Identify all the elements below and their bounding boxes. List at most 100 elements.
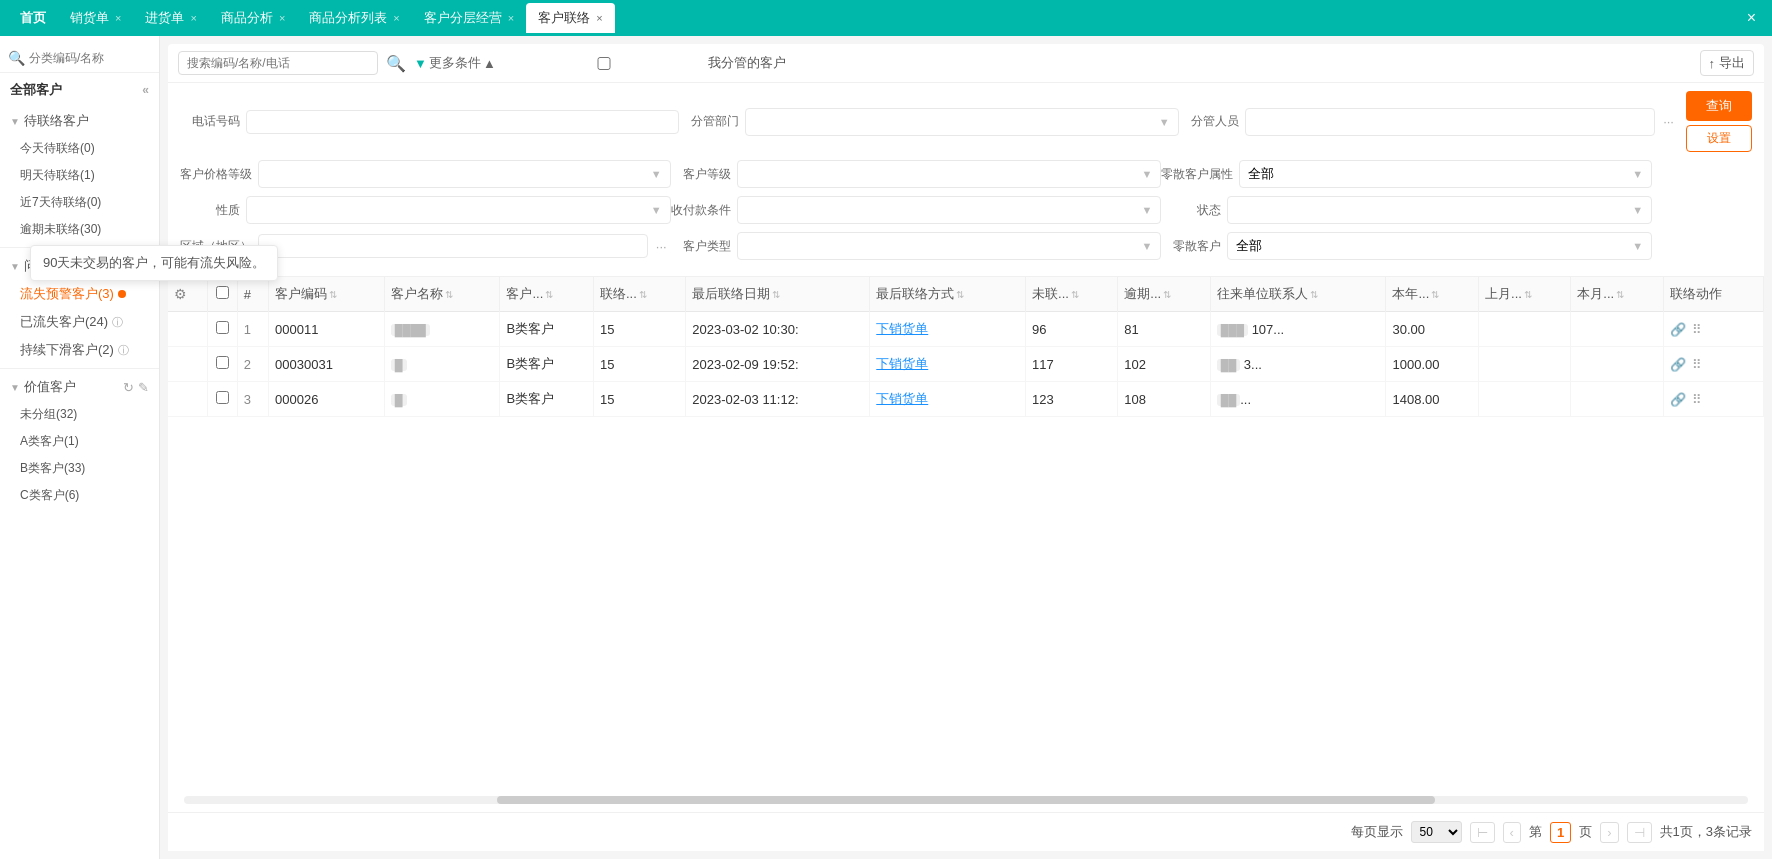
payment-select[interactable]: ▼ bbox=[737, 196, 1162, 224]
row3-last-way[interactable]: 下销货单 bbox=[870, 382, 1026, 417]
sidebar-section-pending[interactable]: ▼ 待联络客户 bbox=[0, 107, 159, 135]
close-link-icon[interactable]: × bbox=[596, 12, 602, 24]
tab-customer-tier[interactable]: 客户分层经营 × bbox=[412, 3, 526, 33]
search-input[interactable] bbox=[178, 51, 378, 75]
sidebar-item-b-class[interactable]: B类客户(33) bbox=[0, 455, 159, 482]
per-page-select[interactable]: 50 20 100 bbox=[1411, 821, 1462, 843]
row1-last-way[interactable]: 下销货单 bbox=[870, 312, 1026, 347]
row1-action-more-icon[interactable]: ⠿ bbox=[1692, 322, 1702, 337]
code-col[interactable]: 客户编码⇅ bbox=[269, 277, 385, 312]
value-refresh-icon[interactable]: ↻ bbox=[123, 380, 134, 395]
overdue-col[interactable]: 逾期...⇅ bbox=[1118, 277, 1210, 312]
name-col[interactable]: 客户名称⇅ bbox=[384, 277, 500, 312]
sidebar-item-no-group[interactable]: 未分组(32) bbox=[0, 401, 159, 428]
row3-action-more-icon[interactable]: ⠿ bbox=[1692, 392, 1702, 407]
row2-action-more-icon[interactable]: ⠿ bbox=[1692, 357, 1702, 372]
close-purchase-icon[interactable]: × bbox=[190, 12, 196, 24]
type-col[interactable]: 客户...⇅ bbox=[500, 277, 594, 312]
sidebar-item-lost[interactable]: 已流失客户(24) ⓘ bbox=[0, 308, 159, 336]
this-month-col[interactable]: 本月...⇅ bbox=[1571, 277, 1663, 312]
last-page-button[interactable]: ⊣ bbox=[1627, 822, 1652, 843]
prev-page-button[interactable]: ‹ bbox=[1503, 822, 1521, 843]
row3-year: 1408.00 bbox=[1386, 382, 1479, 417]
sidebar-item-week[interactable]: 近7天待联络(0) bbox=[0, 189, 159, 216]
row1-check[interactable] bbox=[207, 312, 237, 347]
last-month-col[interactable]: 上月...⇅ bbox=[1479, 277, 1571, 312]
next-page-button[interactable]: › bbox=[1600, 822, 1618, 843]
row2-action-link-icon[interactable]: 🔗 bbox=[1670, 357, 1686, 372]
gear-col[interactable]: ⚙ bbox=[168, 277, 207, 312]
row1-action-link-icon[interactable]: 🔗 bbox=[1670, 322, 1686, 337]
my-customers-checkbox[interactable] bbox=[504, 57, 704, 70]
table-row: 3 000026 █ B类客户 15 2023-02-03 11:12: 下销货… bbox=[168, 382, 1764, 417]
scroll-track[interactable] bbox=[184, 796, 1748, 804]
phone-input[interactable] bbox=[246, 110, 679, 134]
more-filters-button[interactable]: ▼ 更多条件 ▲ bbox=[414, 54, 496, 72]
dept-select[interactable]: ▼ bbox=[745, 108, 1178, 136]
sidebar-section-value[interactable]: ▼ 价值客户 ↻ ✎ bbox=[0, 373, 159, 401]
region-dots[interactable]: ··· bbox=[652, 239, 671, 254]
row2-last-way[interactable]: 下销货单 bbox=[870, 347, 1026, 382]
scatter-select[interactable]: 全部 ▼ bbox=[1227, 232, 1652, 260]
scatter-label: 零散客户 bbox=[1161, 238, 1221, 255]
unit-contact-col[interactable]: 往来单位联系人⇅ bbox=[1210, 277, 1386, 312]
sidebar-item-declining[interactable]: 持续下滑客户(2) ⓘ bbox=[0, 336, 159, 364]
close-analysis-icon[interactable]: × bbox=[279, 12, 285, 24]
scroll-thumb[interactable] bbox=[497, 796, 1435, 804]
total-label: 页 bbox=[1579, 823, 1592, 841]
sidebar-item-loss-risk[interactable]: 流失预警客户(3) bbox=[0, 280, 159, 308]
region-input[interactable] bbox=[258, 234, 648, 258]
row2-checkbox[interactable] bbox=[216, 356, 229, 369]
year-col[interactable]: 本年...⇅ bbox=[1386, 277, 1479, 312]
export-button[interactable]: ↑ 导出 bbox=[1700, 50, 1755, 76]
per-page-label: 每页显示 bbox=[1351, 823, 1403, 841]
uncontact-col[interactable]: 未联...⇅ bbox=[1026, 277, 1118, 312]
problem-expand-icon: ▼ bbox=[10, 261, 20, 272]
sidebar-item-c-class[interactable]: C类客户(6) bbox=[0, 482, 159, 509]
close-tier-icon[interactable]: × bbox=[508, 12, 514, 24]
person-dots[interactable]: ··· bbox=[1659, 114, 1678, 129]
last-date-col[interactable]: 最后联络日期⇅ bbox=[686, 277, 870, 312]
horizontal-scrollbar[interactable] bbox=[168, 788, 1764, 812]
first-page-button[interactable]: ⊢ bbox=[1470, 822, 1495, 843]
row3-action-link-icon[interactable]: 🔗 bbox=[1670, 392, 1686, 407]
contact-col[interactable]: 联络...⇅ bbox=[593, 277, 685, 312]
tab-analysis[interactable]: 商品分析 × bbox=[209, 3, 297, 33]
tab-customer-link[interactable]: 客户联络 × bbox=[526, 3, 614, 33]
close-all-button[interactable]: × bbox=[1739, 5, 1764, 31]
customer-tier-arrow: ▼ bbox=[1141, 168, 1152, 180]
nature-select[interactable]: ▼ bbox=[246, 196, 671, 224]
last-way-col[interactable]: 最后联络方式⇅ bbox=[870, 277, 1026, 312]
sidebar-item-tomorrow[interactable]: 明天待联络(1) bbox=[0, 162, 159, 189]
tab-home[interactable]: 首页 bbox=[8, 3, 58, 33]
settings-button[interactable]: 设置 bbox=[1686, 125, 1752, 152]
sidebar-item-overdue[interactable]: 逾期未联络(30) bbox=[0, 216, 159, 243]
tab-sales[interactable]: 销货单 × bbox=[58, 3, 133, 33]
select-all-checkbox[interactable] bbox=[216, 286, 229, 299]
payment-label: 收付款条件 bbox=[671, 202, 731, 219]
value-edit-icon[interactable]: ✎ bbox=[138, 380, 149, 395]
close-sales-icon[interactable]: × bbox=[115, 12, 121, 24]
sidebar-item-a-class[interactable]: A类客户(1) bbox=[0, 428, 159, 455]
person-select[interactable] bbox=[1245, 108, 1655, 136]
scatter-attr-select[interactable]: 全部 ▼ bbox=[1239, 160, 1652, 188]
search-button[interactable]: 🔍 bbox=[386, 54, 406, 73]
row2-last-month bbox=[1479, 347, 1571, 382]
status-select[interactable]: ▼ bbox=[1227, 196, 1652, 224]
customer-tier-select[interactable]: ▼ bbox=[737, 160, 1162, 188]
close-analysis-list-icon[interactable]: × bbox=[393, 12, 399, 24]
price-tier-select[interactable]: ▼ bbox=[258, 160, 671, 188]
sidebar-root[interactable]: 全部客户 « bbox=[0, 73, 159, 107]
tab-analysis-list[interactable]: 商品分析列表 × bbox=[297, 3, 411, 33]
row3-checkbox[interactable] bbox=[216, 391, 229, 404]
row2-check[interactable] bbox=[207, 347, 237, 382]
sidebar-item-today[interactable]: 今天待联络(0) bbox=[0, 135, 159, 162]
row1-checkbox[interactable] bbox=[216, 321, 229, 334]
tab-purchase[interactable]: 进货单 × bbox=[133, 3, 208, 33]
my-customers-label[interactable]: 我分管的客户 bbox=[504, 54, 786, 72]
filter-cell-payment: 收付款条件 ▼ bbox=[671, 196, 1162, 224]
sidebar-search-input[interactable] bbox=[29, 51, 160, 65]
row3-check[interactable] bbox=[207, 382, 237, 417]
customer-type-select[interactable]: ▼ bbox=[737, 232, 1162, 260]
query-button[interactable]: 查询 bbox=[1686, 91, 1752, 121]
